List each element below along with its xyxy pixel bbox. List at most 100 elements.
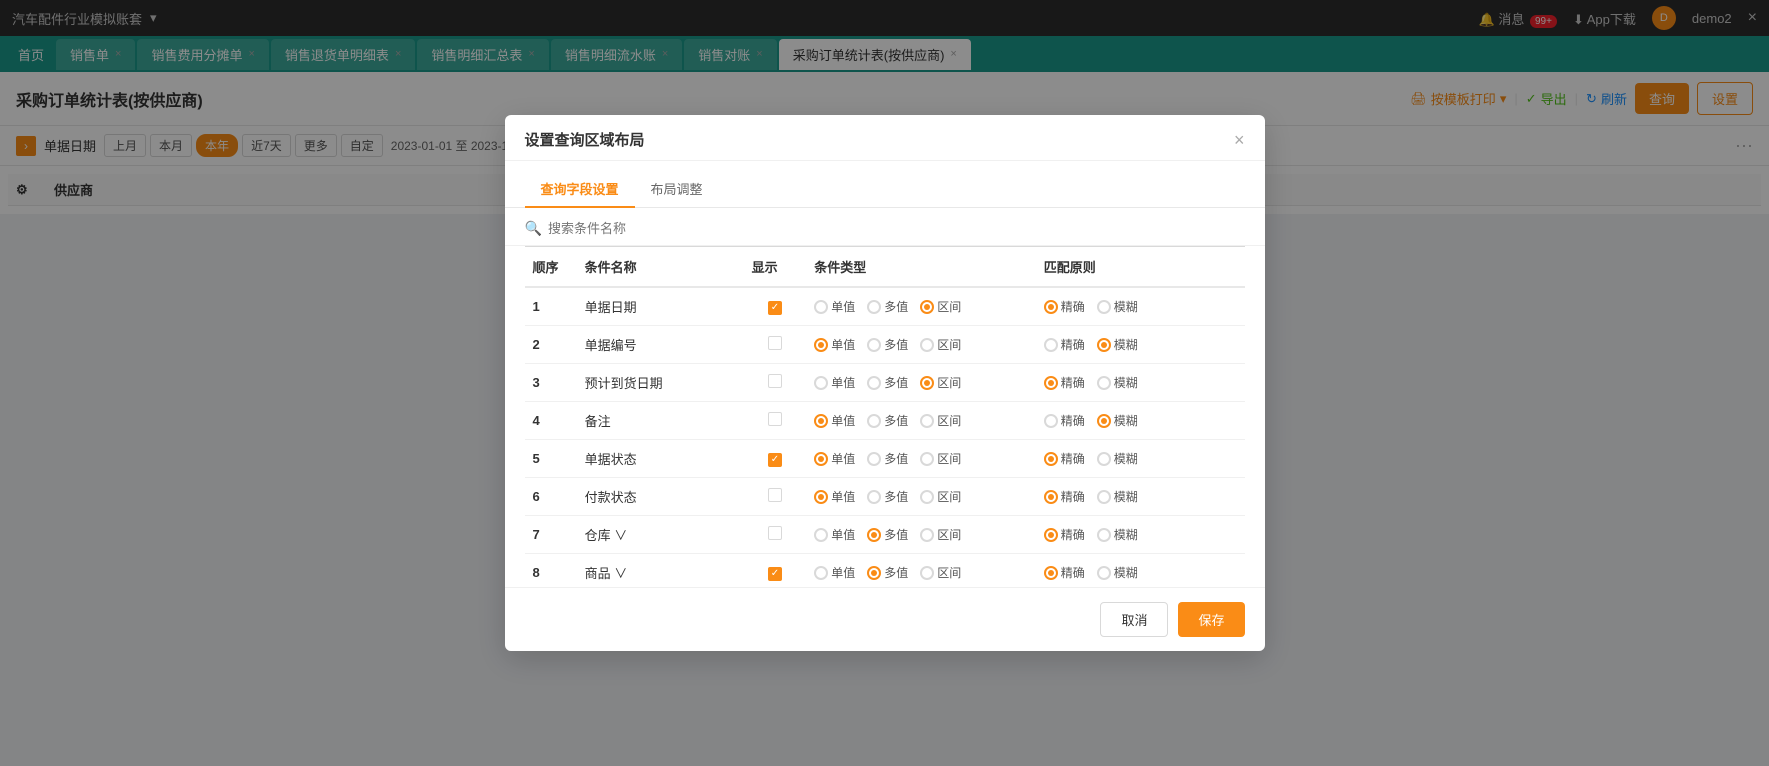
table-row: 8商品 ∨✓单值多值区间精确模糊 <box>525 554 1245 588</box>
cell-type[interactable]: 单值多值区间 <box>806 516 1036 554</box>
cell-show[interactable] <box>744 516 807 554</box>
dialog-tab-query[interactable]: 查询字段设置 <box>525 171 635 208</box>
cell-name: 商品 ∨ <box>577 554 744 588</box>
cell-type[interactable]: 单值多值区间 <box>806 478 1036 516</box>
cell-match[interactable]: 精确模糊 <box>1036 516 1245 554</box>
type-radio-单值[interactable]: 单值 <box>814 374 855 391</box>
cell-match[interactable]: 精确模糊 <box>1036 326 1245 364</box>
match-radio-模糊[interactable]: 模糊 <box>1097 450 1138 467</box>
show-checkbox[interactable] <box>768 488 782 502</box>
cell-name: 仓库 ∨ <box>577 516 744 554</box>
match-radio-精确[interactable]: 精确 <box>1044 374 1085 391</box>
cell-match[interactable]: 精确模糊 <box>1036 287 1245 326</box>
show-checkbox[interactable] <box>768 526 782 540</box>
match-radio-模糊[interactable]: 模糊 <box>1097 564 1138 581</box>
table-row: 1单据日期✓单值多值区间精确模糊 <box>525 287 1245 326</box>
show-checkbox[interactable]: ✓ <box>768 301 782 315</box>
type-radio-多值[interactable]: 多值 <box>867 488 908 505</box>
type-radio-单值[interactable]: 单值 <box>814 298 855 315</box>
match-radio-模糊[interactable]: 模糊 <box>1097 298 1138 315</box>
type-radio-区间[interactable]: 区间 <box>920 450 961 467</box>
col-header-type: 条件类型 <box>806 247 1036 287</box>
radio-circle <box>814 528 828 542</box>
radio-circle <box>814 566 828 580</box>
type-radio-单值[interactable]: 单值 <box>814 564 855 581</box>
cell-match[interactable]: 精确模糊 <box>1036 402 1245 440</box>
type-radio-区间[interactable]: 区间 <box>920 412 961 429</box>
cell-type[interactable]: 单值多值区间 <box>806 554 1036 588</box>
radio-circle <box>1097 300 1111 314</box>
type-radio-多值[interactable]: 多值 <box>867 298 908 315</box>
radio-circle <box>1044 338 1058 352</box>
type-radio-单值[interactable]: 单值 <box>814 412 855 429</box>
cell-match[interactable]: 精确模糊 <box>1036 478 1245 516</box>
type-radio-区间[interactable]: 区间 <box>920 564 961 581</box>
dialog-search-area: 🔍 <box>505 208 1265 246</box>
table-row: 4备注单值多值区间精确模糊 <box>525 402 1245 440</box>
cell-show[interactable] <box>744 478 807 516</box>
cell-type[interactable]: 单值多值区间 <box>806 440 1036 478</box>
radio-circle <box>867 566 881 580</box>
match-radio-模糊[interactable]: 模糊 <box>1097 374 1138 391</box>
show-checkbox[interactable] <box>768 336 782 350</box>
type-radio-区间[interactable]: 区间 <box>920 298 961 315</box>
cell-type[interactable]: 单值多值区间 <box>806 326 1036 364</box>
cancel-button[interactable]: 取消 <box>1100 602 1168 637</box>
type-radio-单值[interactable]: 单值 <box>814 526 855 543</box>
match-radio-精确[interactable]: 精确 <box>1044 450 1085 467</box>
cell-type[interactable]: 单值多值区间 <box>806 287 1036 326</box>
show-checkbox[interactable]: ✓ <box>768 567 782 581</box>
dialog-search-input[interactable] <box>548 221 1245 236</box>
type-radio-多值[interactable]: 多值 <box>867 336 908 353</box>
save-button[interactable]: 保存 <box>1178 602 1244 637</box>
radio-circle <box>1044 300 1058 314</box>
col-header-match: 匹配原则 <box>1036 247 1245 287</box>
type-radio-多值[interactable]: 多值 <box>867 412 908 429</box>
cell-show[interactable]: ✓ <box>744 287 807 326</box>
cell-show[interactable]: ✓ <box>744 440 807 478</box>
match-radio-精确[interactable]: 精确 <box>1044 564 1085 581</box>
radio-circle <box>1044 490 1058 504</box>
cell-show[interactable]: ✓ <box>744 554 807 588</box>
col-header-order: 顺序 <box>525 247 577 287</box>
cell-type[interactable]: 单值多值区间 <box>806 364 1036 402</box>
dialog-close-button[interactable]: × <box>1234 131 1245 149</box>
dialog-tab-layout[interactable]: 布局调整 <box>635 171 719 208</box>
cell-show[interactable] <box>744 364 807 402</box>
cell-match[interactable]: 精确模糊 <box>1036 554 1245 588</box>
cell-name: 单据状态 <box>577 440 744 478</box>
match-radio-精确[interactable]: 精确 <box>1044 488 1085 505</box>
match-radio-精确[interactable]: 精确 <box>1044 412 1085 429</box>
cell-type[interactable]: 单值多值区间 <box>806 402 1036 440</box>
show-checkbox[interactable]: ✓ <box>768 453 782 467</box>
cell-match[interactable]: 精确模糊 <box>1036 364 1245 402</box>
type-radio-区间[interactable]: 区间 <box>920 336 961 353</box>
type-radio-多值[interactable]: 多值 <box>867 450 908 467</box>
match-radio-模糊[interactable]: 模糊 <box>1097 526 1138 543</box>
match-radio-模糊[interactable]: 模糊 <box>1097 336 1138 353</box>
dialog-title: 设置查询区域布局 <box>525 129 645 150</box>
cell-match[interactable]: 精确模糊 <box>1036 440 1245 478</box>
match-radio-精确[interactable]: 精确 <box>1044 336 1085 353</box>
type-radio-区间[interactable]: 区间 <box>920 488 961 505</box>
match-radio-精确[interactable]: 精确 <box>1044 298 1085 315</box>
type-radio-区间[interactable]: 区间 <box>920 374 961 391</box>
type-radio-多值[interactable]: 多值 <box>867 526 908 543</box>
radio-circle <box>1044 414 1058 428</box>
match-radio-模糊[interactable]: 模糊 <box>1097 412 1138 429</box>
match-radio-精确[interactable]: 精确 <box>1044 526 1085 543</box>
type-radio-单值[interactable]: 单值 <box>814 488 855 505</box>
table-row: 3预计到货日期单值多值区间精确模糊 <box>525 364 1245 402</box>
show-checkbox[interactable] <box>768 412 782 426</box>
cell-order: 8 <box>525 554 577 588</box>
type-radio-单值[interactable]: 单值 <box>814 450 855 467</box>
match-radio-模糊[interactable]: 模糊 <box>1097 488 1138 505</box>
cell-show[interactable] <box>744 402 807 440</box>
type-radio-多值[interactable]: 多值 <box>867 374 908 391</box>
type-radio-多值[interactable]: 多值 <box>867 564 908 581</box>
type-radio-区间[interactable]: 区间 <box>920 526 961 543</box>
cell-name: 付款状态 <box>577 478 744 516</box>
show-checkbox[interactable] <box>768 374 782 388</box>
type-radio-单值[interactable]: 单值 <box>814 336 855 353</box>
cell-show[interactable] <box>744 326 807 364</box>
